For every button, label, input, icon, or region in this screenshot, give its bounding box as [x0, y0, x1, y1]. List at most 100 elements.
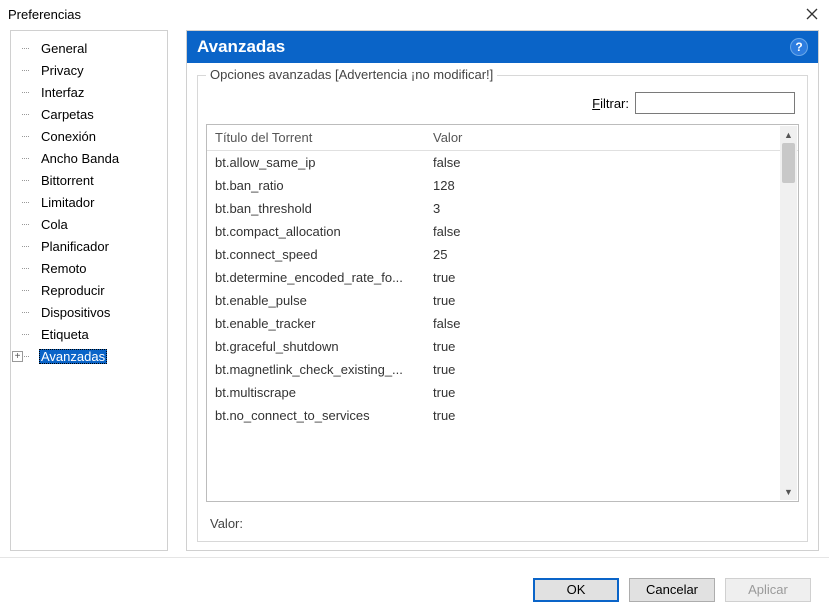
- setting-value: true: [427, 293, 780, 308]
- tree-branch-icon: ····: [21, 351, 39, 361]
- setting-name: bt.magnetlink_check_existing_...: [207, 362, 427, 377]
- setting-value: 25: [427, 247, 780, 262]
- table-header: Título del Torrent Valor: [207, 125, 798, 151]
- sidebar-item-label: General: [39, 41, 89, 56]
- sidebar-item-remoto[interactable]: ····Remoto: [17, 257, 167, 279]
- table-row[interactable]: bt.ban_ratio128: [207, 174, 780, 197]
- tree-branch-icon: ····: [21, 241, 39, 251]
- setting-value: true: [427, 339, 780, 354]
- content-panel: Avanzadas ? Opciones avanzadas [Adverten…: [186, 30, 819, 551]
- table-row[interactable]: bt.determine_encoded_rate_fo...true: [207, 266, 780, 289]
- scroll-up-icon[interactable]: ▲: [780, 126, 797, 143]
- scrollbar[interactable]: ▲ ▼: [780, 126, 797, 500]
- setting-value: 3: [427, 201, 780, 216]
- tree-branch-icon: ····: [21, 131, 39, 141]
- ok-button[interactable]: OK: [533, 578, 619, 602]
- cancel-button[interactable]: Cancelar: [629, 578, 715, 602]
- sidebar-item-planificador[interactable]: ····Planificador: [17, 235, 167, 257]
- setting-value: 128: [427, 178, 780, 193]
- setting-name: bt.ban_threshold: [207, 201, 427, 216]
- tree-branch-icon: ····: [21, 263, 39, 273]
- table-row[interactable]: bt.allow_same_ipfalse: [207, 151, 780, 174]
- sidebar-item-bittorrent[interactable]: ····Bittorrent: [17, 169, 167, 191]
- table-row[interactable]: bt.connect_speed25: [207, 243, 780, 266]
- close-icon[interactable]: [803, 5, 821, 23]
- sidebar-item-label: Limitador: [39, 195, 96, 210]
- sidebar-tree: ····General····Privacy····Interfaz····Ca…: [10, 30, 168, 551]
- tree-branch-icon: ····: [21, 197, 39, 207]
- sidebar-item-ancho-banda[interactable]: ····Ancho Banda: [17, 147, 167, 169]
- sidebar-item-reproducir[interactable]: ····Reproducir: [17, 279, 167, 301]
- table-row[interactable]: bt.no_connect_to_servicestrue: [207, 404, 780, 427]
- help-icon[interactable]: ?: [790, 38, 808, 56]
- sidebar-item-interfaz[interactable]: ····Interfaz: [17, 81, 167, 103]
- sidebar-item-general[interactable]: ····General: [17, 37, 167, 59]
- column-header-value[interactable]: Valor: [427, 130, 798, 145]
- sidebar-item-privacy[interactable]: ····Privacy: [17, 59, 167, 81]
- sidebar-item-avanzadas[interactable]: +····Avanzadas: [17, 345, 167, 367]
- setting-value: false: [427, 155, 780, 170]
- table-row[interactable]: bt.magnetlink_check_existing_...true: [207, 358, 780, 381]
- panel-header: Avanzadas ?: [187, 31, 818, 63]
- sidebar-item-label: Cola: [39, 217, 70, 232]
- advanced-groupbox: Opciones avanzadas [Advertencia ¡no modi…: [197, 75, 808, 542]
- scroll-down-icon[interactable]: ▼: [780, 483, 797, 500]
- tree-branch-icon: ····: [21, 329, 39, 339]
- setting-value: true: [427, 270, 780, 285]
- scroll-thumb[interactable]: [782, 143, 795, 183]
- tree-branch-icon: ····: [21, 285, 39, 295]
- table-row[interactable]: bt.graceful_shutdowntrue: [207, 335, 780, 358]
- sidebar-item-label: Interfaz: [39, 85, 86, 100]
- sidebar-item-label: Conexión: [39, 129, 98, 144]
- setting-name: bt.allow_same_ip: [207, 155, 427, 170]
- tree-branch-icon: ····: [21, 175, 39, 185]
- setting-name: bt.no_connect_to_services: [207, 408, 427, 423]
- group-legend: Opciones avanzadas [Advertencia ¡no modi…: [206, 67, 497, 82]
- tree-branch-icon: ····: [21, 109, 39, 119]
- tree-branch-icon: ····: [21, 87, 39, 97]
- footer: OK Cancelar Aplicar: [0, 557, 829, 607]
- sidebar-item-label: Privacy: [39, 63, 86, 78]
- table-row[interactable]: bt.enable_trackerfalse: [207, 312, 780, 335]
- tree-branch-icon: ····: [21, 43, 39, 53]
- sidebar-item-conexión[interactable]: ····Conexión: [17, 125, 167, 147]
- sidebar-item-carpetas[interactable]: ····Carpetas: [17, 103, 167, 125]
- setting-value: true: [427, 385, 780, 400]
- setting-name: bt.graceful_shutdown: [207, 339, 427, 354]
- setting-name: bt.determine_encoded_rate_fo...: [207, 270, 427, 285]
- sidebar-item-label: Dispositivos: [39, 305, 112, 320]
- table-row[interactable]: bt.compact_allocationfalse: [207, 220, 780, 243]
- setting-value: false: [427, 224, 780, 239]
- tree-expand-icon[interactable]: +: [12, 351, 23, 362]
- sidebar-item-label: Reproducir: [39, 283, 107, 298]
- value-label: Valor:: [206, 502, 799, 533]
- sidebar-item-label: Etiqueta: [39, 327, 91, 342]
- sidebar-item-label: Planificador: [39, 239, 111, 254]
- sidebar-item-dispositivos[interactable]: ····Dispositivos: [17, 301, 167, 323]
- sidebar-item-label: Bittorrent: [39, 173, 96, 188]
- table-body: bt.allow_same_ipfalsebt.ban_ratio128bt.b…: [207, 151, 780, 501]
- setting-value: false: [427, 316, 780, 331]
- sidebar-item-cola[interactable]: ····Cola: [17, 213, 167, 235]
- window-title: Preferencias: [8, 7, 81, 22]
- column-header-name[interactable]: Título del Torrent: [207, 130, 427, 145]
- setting-name: bt.compact_allocation: [207, 224, 427, 239]
- filter-label: Filtrar:: [592, 96, 629, 111]
- setting-name: bt.multiscrape: [207, 385, 427, 400]
- tree-branch-icon: ····: [21, 219, 39, 229]
- scroll-track[interactable]: [780, 143, 797, 483]
- apply-button[interactable]: Aplicar: [725, 578, 811, 602]
- sidebar-item-label: Remoto: [39, 261, 89, 276]
- sidebar-item-etiqueta[interactable]: ····Etiqueta: [17, 323, 167, 345]
- sidebar-item-limitador[interactable]: ····Limitador: [17, 191, 167, 213]
- setting-name: bt.enable_pulse: [207, 293, 427, 308]
- sidebar-item-label: Avanzadas: [39, 349, 107, 364]
- filter-input[interactable]: [635, 92, 795, 114]
- table-row[interactable]: bt.ban_threshold3: [207, 197, 780, 220]
- setting-value: true: [427, 408, 780, 423]
- tree-branch-icon: ····: [21, 153, 39, 163]
- table-row[interactable]: bt.enable_pulsetrue: [207, 289, 780, 312]
- setting-value: true: [427, 362, 780, 377]
- setting-name: bt.connect_speed: [207, 247, 427, 262]
- table-row[interactable]: bt.multiscrapetrue: [207, 381, 780, 404]
